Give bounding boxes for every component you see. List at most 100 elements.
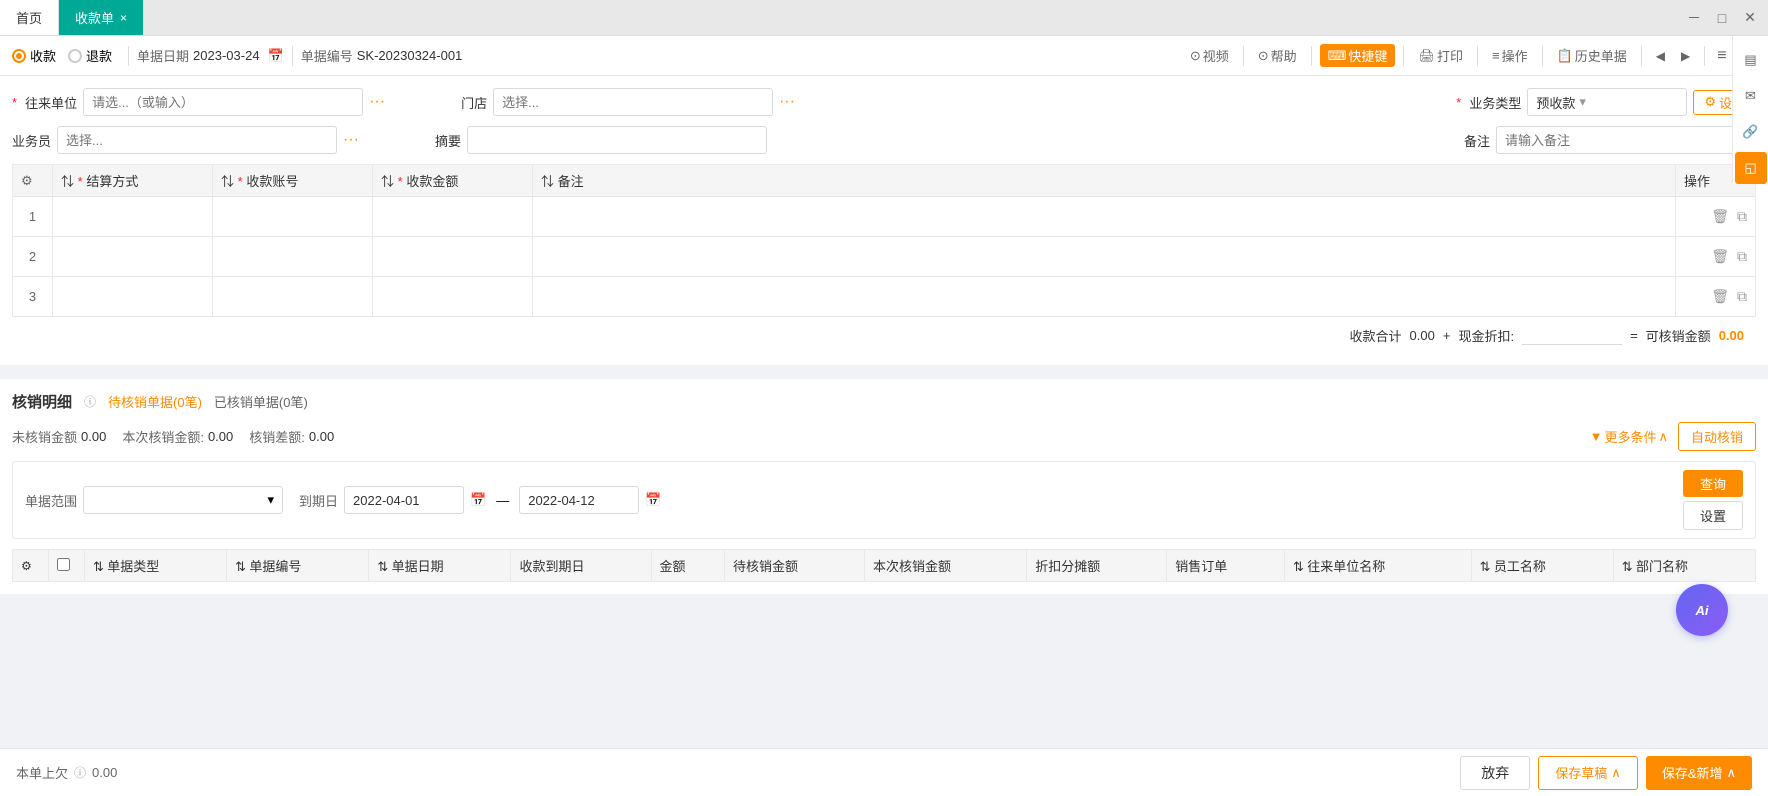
remark-sort[interactable]: ⇅ [541, 174, 554, 189]
ai-badge-label: Ai [1696, 603, 1709, 618]
minimize-button[interactable]: － [1684, 8, 1704, 28]
save-new-button[interactable]: 保存&新增 ∧ [1646, 756, 1752, 790]
account-cell-2[interactable] [213, 237, 373, 277]
query-button[interactable]: 查询 [1683, 470, 1743, 497]
verify-section: 核销明细 ⓘ 待核销单据(0笔) 已核销单据(0笔) 未核销金额 0.00 本次… [0, 379, 1768, 594]
account-cell-1[interactable] [213, 197, 373, 237]
amount-cell-3[interactable] [373, 277, 533, 317]
copy-row-2-button[interactable]: ⧉ [1737, 248, 1747, 265]
help-button[interactable]: ⊙ 帮助 [1252, 44, 1303, 67]
account-cell-3[interactable] [213, 277, 373, 317]
refund-radio[interactable]: 退款 [68, 46, 112, 65]
settlement-cell-2[interactable] [53, 237, 213, 277]
remark-cell-2[interactable] [533, 237, 1676, 277]
date-value[interactable]: 2023-03-24 [193, 48, 260, 63]
delete-row-3-button[interactable]: 🗑 [1711, 288, 1729, 305]
amount-cell-2[interactable] [373, 237, 533, 277]
summary-input[interactable] [467, 126, 767, 154]
panel-mail-button[interactable]: ✉ [1735, 80, 1767, 112]
close-button[interactable]: ✕ [1740, 8, 1760, 28]
history-button[interactable]: 📋 历史单据 [1551, 44, 1633, 67]
filter-settings-button[interactable]: 设置 [1683, 501, 1743, 530]
layout-1-button[interactable]: ≡ [1713, 45, 1730, 67]
panel-table-button[interactable]: ▤ [1735, 44, 1767, 76]
print-button[interactable]: 🖨 打印 [1412, 44, 1469, 67]
operate-icon: ≡ [1492, 48, 1500, 63]
staff-more-icon[interactable]: ··· [343, 132, 359, 148]
discount-input[interactable] [1522, 325, 1622, 345]
tab-close-icon[interactable]: × [120, 11, 127, 25]
abandon-button[interactable]: 放弃 [1460, 756, 1530, 790]
account-sort[interactable]: ⇅ [221, 174, 234, 189]
done-tab[interactable]: 已核销单据(0笔) [214, 392, 308, 411]
customer-input[interactable] [83, 88, 363, 116]
calendar-icon[interactable]: 📅 [268, 48, 284, 64]
gear-th[interactable]: ⚙ [13, 165, 53, 197]
checkbox-th[interactable] [49, 550, 85, 582]
auto-writeoff-button[interactable]: 自动核销 [1678, 422, 1756, 451]
receipt-radio-dot [12, 49, 26, 63]
date-sort[interactable]: ⇅ [377, 559, 388, 574]
business-type-select[interactable]: 预收款 ▾ [1527, 88, 1687, 116]
delete-row-2-button[interactable]: 🗑 [1711, 248, 1729, 265]
current-stat: 本次核销金额: 0.00 [122, 427, 233, 446]
table-row: 1 🗑 ⧉ [13, 197, 1756, 237]
ai-badge[interactable]: Ai [1676, 584, 1728, 636]
tab-home[interactable]: 首页 [0, 0, 59, 35]
copy-row-3-button[interactable]: ⧉ [1737, 288, 1747, 305]
customer-more-icon[interactable]: ··· [369, 94, 385, 110]
verify-info-icon[interactable]: ⓘ [84, 393, 96, 410]
calendar-to-icon[interactable]: 📅 [645, 492, 661, 508]
select-all-checkbox[interactable] [57, 558, 70, 571]
pending-tab[interactable]: 待核销单据(0笔) [108, 392, 202, 411]
tab-collection[interactable]: 收款单 × [59, 0, 143, 35]
panel-camera-button[interactable]: ◱ [1735, 152, 1767, 184]
copy-row-1-button[interactable]: ⧉ [1737, 208, 1747, 225]
store-more-icon[interactable]: ··· [779, 94, 795, 110]
settlement-sort[interactable]: ⇅ [61, 174, 74, 189]
note-input[interactable] [1496, 126, 1756, 154]
save-draft-button[interactable]: 保存草稿 ∧ [1538, 756, 1638, 790]
maximize-button[interactable]: □ [1712, 8, 1732, 28]
calendar-from-icon[interactable]: 📅 [470, 492, 486, 508]
table-icon: ▤ [1744, 52, 1756, 68]
store-sort-bottom[interactable]: ⇅ [1622, 559, 1633, 574]
settlement-th: ⇅ * 结算方式 [53, 165, 213, 197]
info-icon-footer[interactable]: ⓘ [74, 764, 86, 781]
store-input[interactable] [493, 88, 773, 116]
range-select[interactable]: ▾ [83, 486, 283, 514]
staff-sort-bottom[interactable]: ⇅ [1480, 559, 1491, 574]
delete-row-1-button[interactable]: 🗑 [1711, 208, 1729, 225]
date-from-input[interactable] [344, 486, 464, 514]
nav-right-button[interactable]: ▶ [1675, 47, 1696, 65]
footer-left: 本单上欠 ⓘ 0.00 [16, 763, 117, 782]
staff-input[interactable] [57, 126, 337, 154]
divider-5 [1403, 46, 1404, 66]
more-filter-button[interactable]: ▼ 更多条件 ∧ [1590, 427, 1668, 446]
verify-title: 核销明细 [12, 391, 72, 412]
amount-sort[interactable]: ⇅ [381, 174, 394, 189]
total-value: 0.00 [1410, 328, 1435, 343]
divider-7 [1542, 46, 1543, 66]
operate-button[interactable]: ≡ 操作 [1486, 44, 1534, 67]
remark-cell-3[interactable] [533, 277, 1676, 317]
panel-link-button[interactable]: 🔗 [1735, 116, 1767, 148]
type-sort[interactable]: ⇅ [93, 559, 104, 574]
shortcut-button[interactable]: ⌨ 快捷键 [1320, 44, 1396, 67]
remark-cell-1[interactable] [533, 197, 1676, 237]
date-to-input[interactable] [519, 486, 639, 514]
nav-left-button[interactable]: ◀ [1650, 47, 1671, 65]
business-type-label: 业务类型 [1469, 93, 1521, 112]
business-type-field: * 业务类型 预收款 ▾ ⚙ 设置 [1456, 88, 1756, 116]
customer-sort-bottom[interactable]: ⇅ [1293, 559, 1304, 574]
window-controls: － □ ✕ [1684, 8, 1768, 28]
settlement-cell-3[interactable] [53, 277, 213, 317]
video-button[interactable]: ⊙ 视频 [1184, 44, 1235, 67]
gear-th-bottom[interactable]: ⚙ [13, 550, 49, 582]
table-row: 3 🗑 ⧉ [13, 277, 1756, 317]
amount-cell-1[interactable] [373, 197, 533, 237]
diff-stat: 核销差额: 0.00 [249, 427, 334, 446]
receipt-radio[interactable]: 收款 [12, 46, 56, 65]
settlement-cell-1[interactable] [53, 197, 213, 237]
number-sort[interactable]: ⇅ [235, 559, 246, 574]
